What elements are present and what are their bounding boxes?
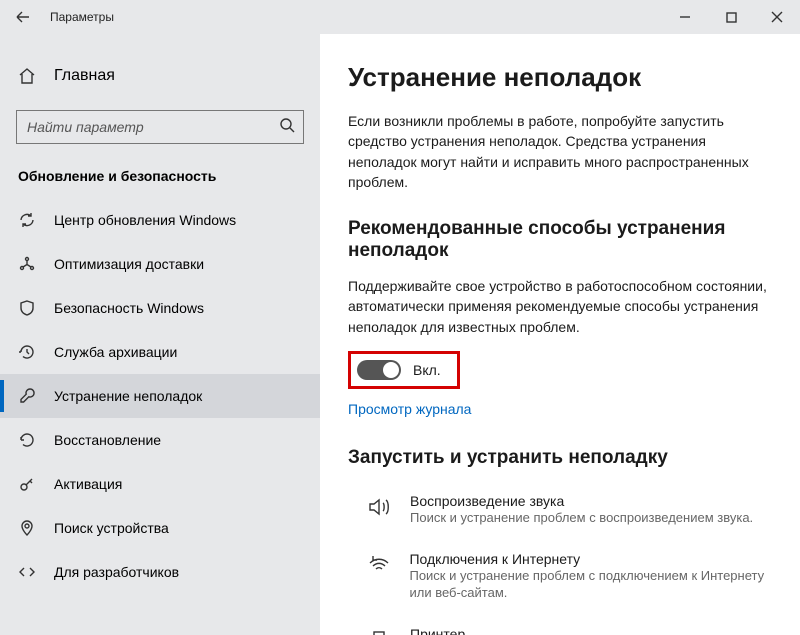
troubleshooter-subtitle: Поиск и устранение проблем с воспроизвед…: [410, 509, 753, 527]
sync-icon: [18, 211, 36, 229]
code-icon: [18, 563, 36, 581]
network-icon: [18, 255, 36, 273]
home-icon: [18, 67, 36, 85]
troubleshooter-subtitle: Поиск и устранение проблем с подключение…: [409, 567, 772, 602]
troubleshooter-title: Принтер: [410, 626, 465, 635]
sidebar-item-delivery-optimization[interactable]: Оптимизация доставки: [0, 242, 320, 286]
sidebar-item-windows-update[interactable]: Центр обновления Windows: [0, 198, 320, 242]
wifi-icon: [366, 551, 391, 602]
troubleshooter-internet[interactable]: Подключения к Интернету Поиск и устранен…: [348, 541, 772, 616]
search-box[interactable]: [16, 110, 304, 144]
sidebar-item-windows-security[interactable]: Безопасность Windows: [0, 286, 320, 330]
shield-icon: [18, 299, 36, 317]
recommended-heading: Рекомендованные способы устранения непол…: [348, 218, 772, 262]
history-icon: [18, 343, 36, 361]
sidebar-item-label: Оптимизация доставки: [54, 256, 204, 272]
page-description: Если возникли проблемы в работе, попробу…: [348, 111, 772, 192]
search-input[interactable]: [27, 119, 279, 135]
sidebar-item-label: Центр обновления Windows: [54, 212, 236, 228]
troubleshooter-printer[interactable]: Принтер: [348, 616, 772, 635]
sidebar-item-label: Восстановление: [54, 432, 161, 448]
window-title: Параметры: [46, 10, 662, 24]
view-history-link[interactable]: Просмотр журнала: [348, 401, 772, 417]
key-icon: [18, 475, 36, 493]
close-button[interactable]: [754, 0, 800, 34]
page-title: Устранение неполадок: [348, 62, 772, 93]
printer-icon: [366, 626, 392, 635]
home-label: Главная: [54, 67, 115, 85]
recommended-toggle[interactable]: [357, 360, 401, 380]
back-button[interactable]: [0, 0, 46, 34]
section-title: Обновление и безопасность: [0, 144, 320, 198]
troubleshooter-title: Подключения к Интернету: [409, 551, 772, 567]
minimize-button[interactable]: [662, 0, 708, 34]
toggle-knob: [383, 362, 399, 378]
sidebar-item-troubleshoot[interactable]: Устранение неполадок: [0, 374, 320, 418]
troubleshooter-title: Воспроизведение звука: [410, 493, 753, 509]
sidebar-item-recovery[interactable]: Восстановление: [0, 418, 320, 462]
sidebar-item-activation[interactable]: Активация: [0, 462, 320, 506]
run-heading: Запустить и устранить неполадку: [348, 447, 772, 469]
toggle-label: Вкл.: [413, 362, 441, 378]
sidebar-item-label: Для разработчиков: [54, 564, 179, 580]
sidebar-item-developers[interactable]: Для разработчиков: [0, 550, 320, 594]
maximize-button[interactable]: [708, 0, 754, 34]
sidebar-item-label: Безопасность Windows: [54, 300, 204, 316]
troubleshooter-audio[interactable]: Воспроизведение звука Поиск и устранение…: [348, 483, 772, 541]
location-icon: [18, 519, 36, 537]
toggle-highlight: Вкл.: [348, 351, 460, 389]
speaker-icon: [366, 493, 392, 527]
content: Устранение неполадок Если возникли пробл…: [320, 34, 800, 635]
sidebar: Главная Обновление и безопасность Центр …: [0, 34, 320, 635]
sidebar-item-label: Поиск устройства: [54, 520, 169, 536]
sidebar-item-backup[interactable]: Служба архивации: [0, 330, 320, 374]
recovery-icon: [18, 431, 36, 449]
home-nav[interactable]: Главная: [0, 56, 320, 96]
search-icon: [279, 117, 295, 138]
sidebar-item-find-device[interactable]: Поиск устройства: [0, 506, 320, 550]
sidebar-item-label: Активация: [54, 476, 122, 492]
sidebar-item-label: Служба архивации: [54, 344, 177, 360]
recommended-description: Поддерживайте свое устройство в работосп…: [348, 276, 772, 337]
wrench-icon: [18, 387, 36, 405]
sidebar-item-label: Устранение неполадок: [54, 388, 202, 404]
titlebar: Параметры: [0, 0, 800, 34]
